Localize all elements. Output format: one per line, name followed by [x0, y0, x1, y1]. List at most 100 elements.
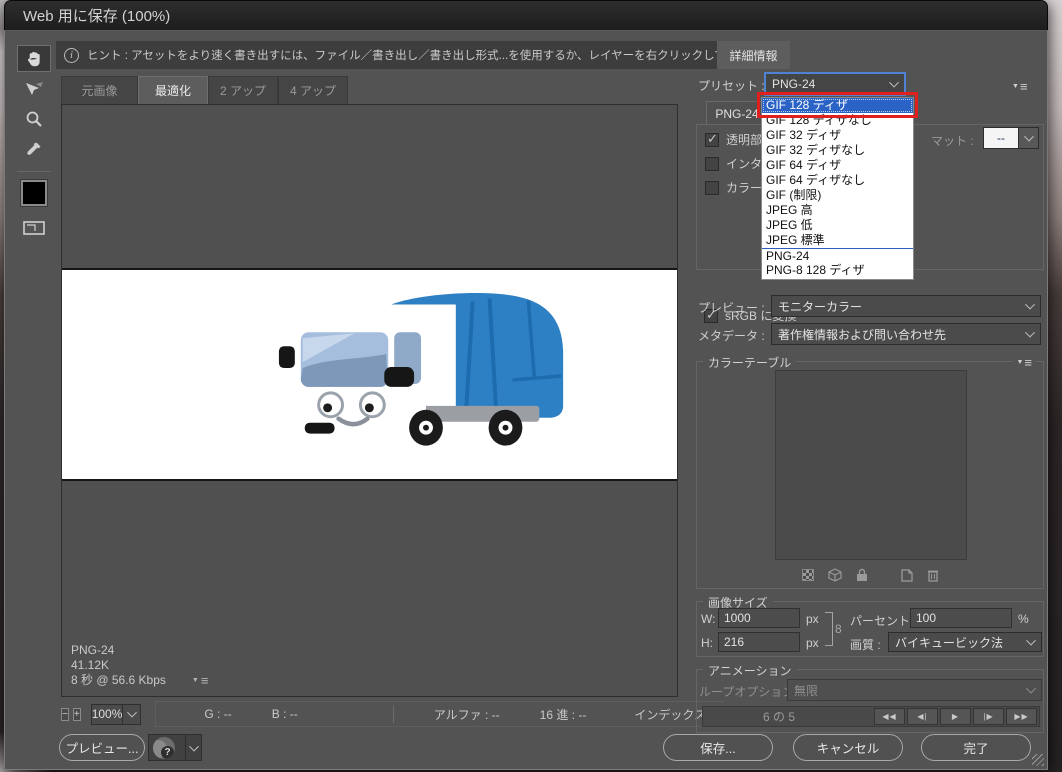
quality-select[interactable]: バイキュービック法 — [888, 632, 1042, 652]
tab-4up-label: 4 アップ — [289, 84, 336, 98]
color-readouts: G : -- B : -- アルファ : -- 16 進 : -- インデックス… — [155, 701, 725, 727]
image-canvas — [62, 268, 677, 481]
first-frame-button[interactable]: ◀◀ — [874, 708, 905, 725]
transparency-map-icon[interactable] — [801, 569, 814, 581]
dropdown-item[interactable]: JPEG 低 — [762, 218, 913, 233]
chevron-down-icon — [185, 735, 201, 760]
zoom-level-value: 100% — [91, 707, 123, 721]
hint-bar: i ヒント : アセットをより速く書き出すには、ファイル／書き出し／書き出し形式… — [56, 41, 790, 69]
zoom-out-button[interactable]: − — [61, 707, 69, 721]
dropdown-item[interactable]: JPEG 標準 — [762, 233, 913, 248]
next-frame-button[interactable]: |▶ — [973, 708, 1004, 725]
browser-icon: ? — [153, 736, 175, 759]
chevron-down-icon — [1020, 324, 1040, 344]
hand-tool[interactable] — [17, 45, 51, 72]
quality-value: バイキュービック法 — [895, 635, 1004, 650]
metadata-select-value: 著作権情報および問い合わせ先 — [778, 327, 947, 342]
preview-button[interactable]: プレビュー... — [59, 734, 145, 761]
tab-2up[interactable]: 2 アップ — [208, 76, 278, 104]
tab-2up-label: 2 アップ — [219, 84, 266, 98]
height-input[interactable]: 216 — [718, 632, 800, 652]
matte-chevron[interactable] — [1019, 127, 1039, 149]
metadata-select[interactable]: 著作権情報および問い合わせ先 — [771, 323, 1041, 345]
zoom-in-button[interactable]: + — [72, 707, 81, 721]
percent-input[interactable]: 100 — [910, 608, 1012, 628]
dropdown-item[interactable]: GIF 32 ディザ — [762, 128, 913, 143]
chevron-down-icon — [1019, 128, 1038, 148]
percent-unit: % — [1018, 612, 1029, 626]
matte-value: -- — [997, 131, 1005, 145]
toggle-slices-tool[interactable] — [17, 214, 51, 241]
width-input[interactable]: 1000 — [718, 608, 800, 628]
color-table-swatches — [775, 370, 967, 560]
preset-dropdown-list: GIF 128 ディザ GIF 128 ディザなし GIF 32 ディザ GIF… — [761, 97, 914, 280]
magnifier-icon — [26, 111, 42, 127]
quality-label: 画質 : — [850, 638, 881, 652]
info-menu-icon[interactable]: ▼ ≡ — [192, 673, 209, 688]
color-table-title: カラーテーブル — [703, 354, 797, 371]
resize-grip[interactable] — [1032, 754, 1044, 766]
zoom-tool[interactable] — [17, 105, 51, 132]
percent-label: パーセント : — [850, 614, 917, 628]
eyedropper-tool[interactable] — [17, 135, 51, 162]
link-icon: 8 — [835, 622, 842, 636]
chevron-down-icon — [1020, 296, 1040, 316]
garbage-truck-image — [278, 293, 564, 446]
percent-value: 100 — [916, 611, 937, 625]
play-button[interactable]: ▶ — [940, 708, 971, 725]
preview-button-label: プレビュー... — [65, 742, 139, 756]
preview-select[interactable]: モニターカラー — [771, 295, 1041, 317]
optimize-info: PNG-24 41.12K 8 秒 @ 56.6 Kbps ▼ ≡ — [71, 643, 208, 688]
transparency-checkbox[interactable] — [705, 131, 719, 147]
trash-icon[interactable] — [927, 568, 939, 582]
frame-counter: 6 の 5 — [763, 710, 796, 724]
chevron-down-icon — [884, 74, 904, 94]
browser-preview-button[interactable]: ? — [148, 734, 202, 761]
last-frame-button[interactable]: ▶▶ — [1006, 708, 1037, 725]
titlebar[interactable]: Web 用に保存 (100%) — [4, 0, 1048, 30]
panel-menu-icon[interactable]: ▼ ≡ — [1012, 79, 1028, 94]
loop-options-select: 無限 — [787, 679, 1042, 701]
lock-icon[interactable] — [856, 568, 868, 582]
color-table-group: カラーテーブル ▼ ≡ — [696, 354, 1044, 589]
metadata-select-label: メタデータ : — [698, 329, 765, 343]
tab-original[interactable]: 元画像 — [61, 76, 138, 104]
chevron-down-icon — [1021, 633, 1041, 651]
color-profile-checkbox[interactable] — [705, 180, 719, 195]
preview-pane[interactable]: PNG-24 41.12K 8 秒 @ 56.6 Kbps ▼ ≡ — [61, 104, 678, 697]
tab-optimized[interactable]: 最適化 — [138, 76, 208, 104]
loop-options-label: ループオプション : — [699, 685, 801, 699]
chevron-down-icon — [122, 704, 140, 724]
frame-bar: 6 の 5 ◀◀ ◀| ▶ |▶ ▶▶ — [702, 706, 1040, 727]
dropdown-item[interactable]: GIF 64 ディザ — [762, 158, 913, 173]
color-table-menu-icon[interactable]: ▼ ≡ — [1013, 355, 1035, 370]
matte-select[interactable]: -- — [983, 127, 1019, 149]
dropdown-item[interactable]: GIF 32 ディザなし — [762, 143, 913, 158]
details-button[interactable]: 詳細情報 — [717, 41, 790, 69]
height-value: 216 — [724, 635, 745, 649]
eyedropper-icon — [27, 142, 41, 155]
dropdown-item[interactable]: PNG-8 128 ディザ — [762, 263, 913, 278]
tab-4up[interactable]: 4 アップ — [278, 76, 348, 104]
dropdown-item[interactable]: GIF 64 ディザなし — [762, 173, 913, 188]
dropdown-item[interactable]: PNG-24 — [762, 248, 913, 263]
readout-alpha: アルファ : -- — [433, 707, 500, 722]
interlace-checkbox[interactable] — [705, 156, 719, 171]
save-for-web-dialog: Web 用に保存 (100%) i ヒント : アセットをより速く書き出すには、… — [4, 0, 1048, 770]
slice-select-tool[interactable] — [17, 75, 51, 102]
readout-b: B : -- — [271, 707, 298, 721]
zoom-level-select[interactable]: 100% — [90, 703, 142, 725]
dropdown-item[interactable]: GIF (制限) — [762, 188, 913, 203]
window-title: Web 用に保存 (100%) — [23, 8, 171, 25]
color-swatch[interactable] — [20, 179, 48, 207]
info-icon: i — [64, 47, 79, 63]
chevron-down-icon — [1021, 680, 1041, 700]
constrain-bracket — [825, 612, 833, 646]
matte-label: マット : — [931, 134, 974, 148]
slices-visibility-icon — [23, 220, 45, 235]
dropdown-item[interactable]: JPEG 高 — [762, 203, 913, 218]
new-swatch-icon[interactable] — [900, 568, 913, 582]
image-size-group: 画像サイズ W: 1000 px H: 216 px 8 パーセント : 100… — [696, 594, 1044, 657]
web-shift-cube-icon[interactable] — [827, 568, 842, 582]
previous-frame-button[interactable]: ◀| — [907, 708, 938, 725]
